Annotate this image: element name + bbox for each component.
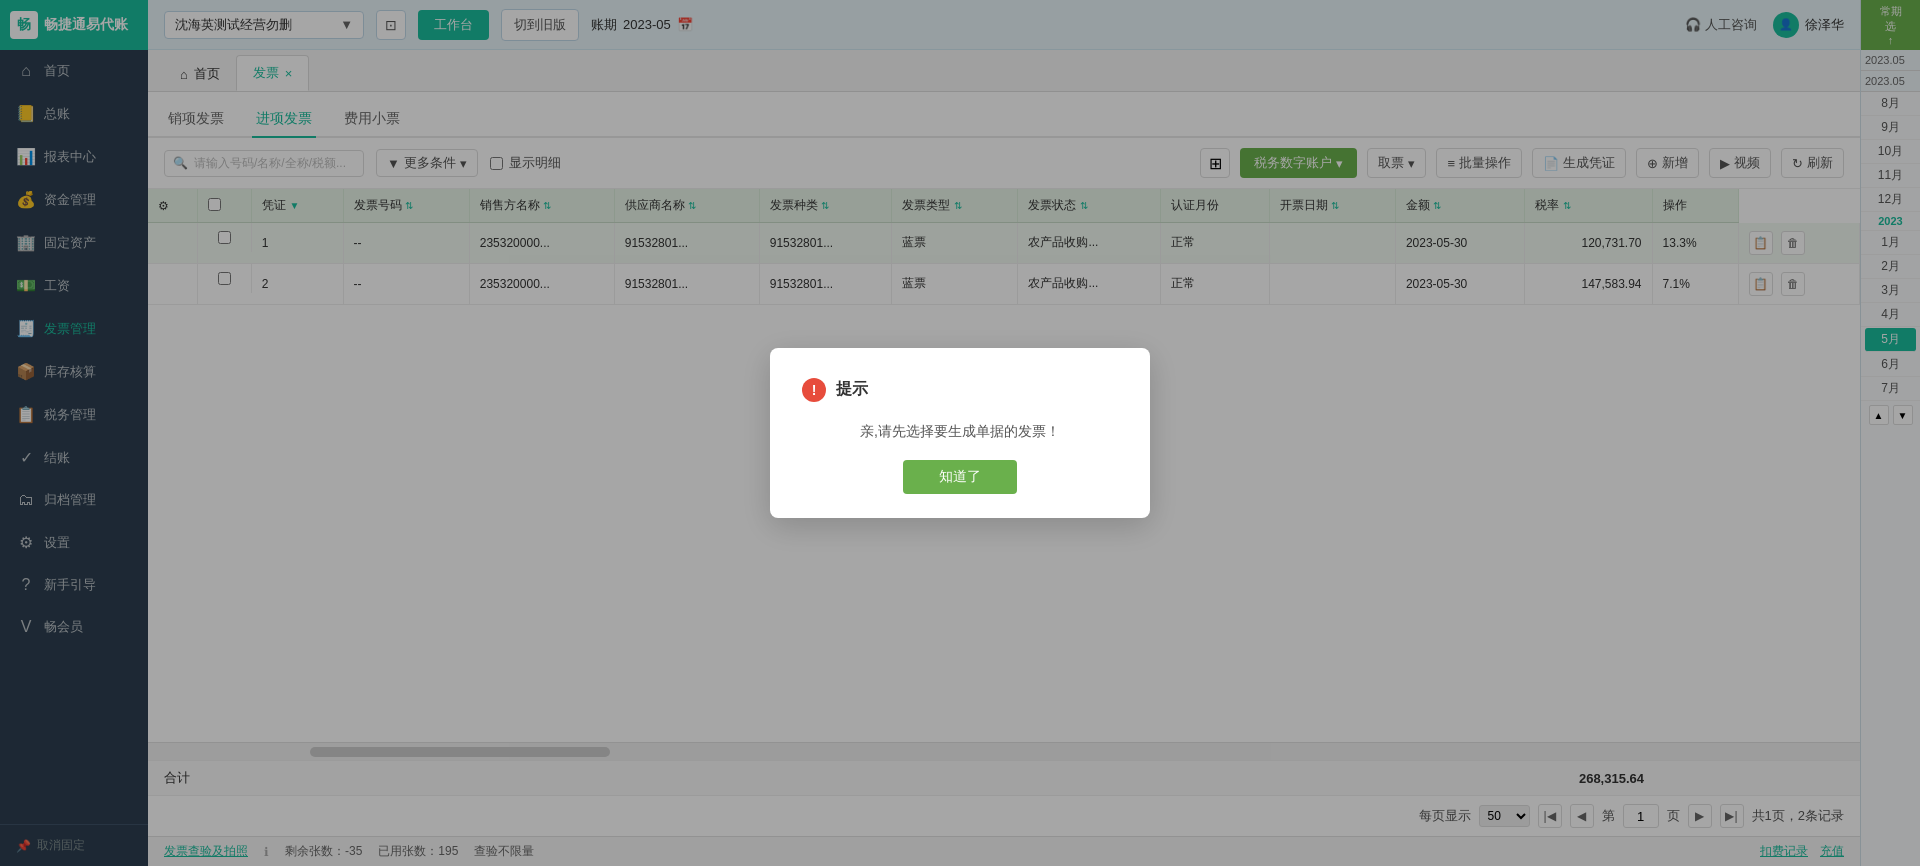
alert-modal: ! 提示 亲,请先选择要生成单据的发票！ 知道了 (770, 348, 1150, 518)
modal-message: 亲,请先选择要生成单据的发票！ (860, 420, 1060, 442)
modal-confirm-button[interactable]: 知道了 (903, 460, 1017, 494)
modal-title: 提示 (836, 379, 868, 400)
modal-overlay: ! 提示 亲,请先选择要生成单据的发票！ 知道了 (0, 0, 1920, 866)
warning-icon: ! (802, 378, 826, 402)
modal-title-row: ! 提示 (802, 378, 1118, 402)
